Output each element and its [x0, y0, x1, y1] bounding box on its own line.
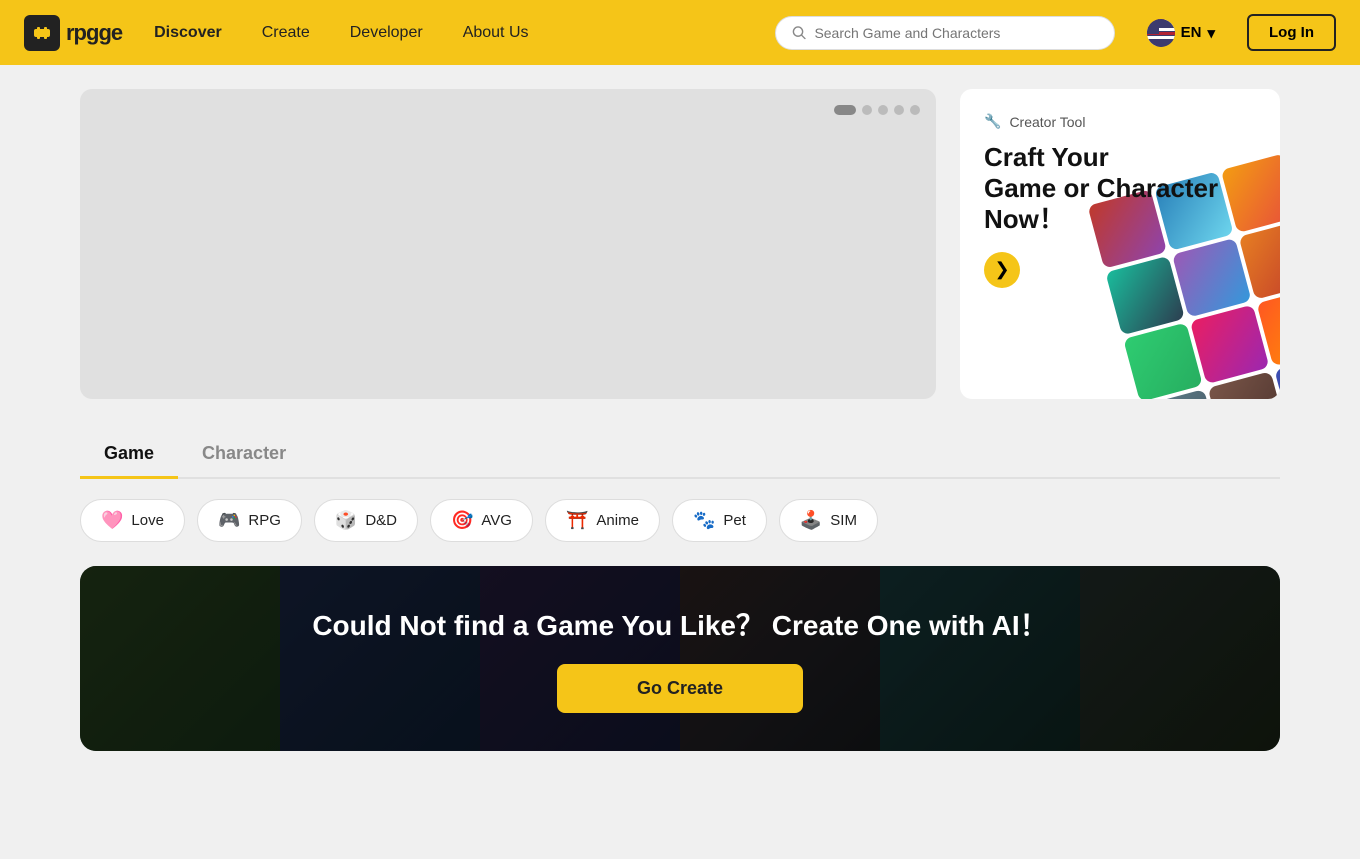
category-emoji-pet: 🐾 — [693, 510, 715, 531]
category-emoji-sim: 🕹️ — [800, 510, 822, 531]
slider-dot-5[interactable] — [910, 105, 920, 115]
tab-character[interactable]: Character — [178, 431, 310, 479]
categories: 🩷 Love 🎮 RPG 🎲 D&D 🎯 AVG ⛩️ Anime 🐾 Pet … — [80, 499, 1280, 542]
grid-img-7 — [1190, 305, 1270, 385]
category-label-sim: SIM — [830, 512, 857, 529]
creator-card-title: Craft Your Game or Character Now！ — [984, 142, 1256, 236]
grid-img-6 — [1123, 322, 1203, 399]
hero-slider[interactable] — [80, 89, 936, 399]
nav-discover[interactable]: Discover — [154, 24, 222, 42]
logo-icon — [24, 15, 60, 51]
creator-card-header: 🔧 Creator Tool — [984, 113, 1256, 130]
creator-title-line3: Now！ — [984, 204, 1065, 234]
nav-developer[interactable]: Developer — [350, 24, 423, 42]
creator-arrow-icon: ❯ — [994, 259, 1009, 280]
lang-selector[interactable]: EN ▾ — [1147, 19, 1215, 47]
cta-overlay — [80, 566, 1280, 751]
nav-about[interactable]: About Us — [463, 24, 529, 42]
cta-banner: Could Not find a Game You Like？ Create O… — [80, 566, 1280, 751]
search-bar[interactable] — [775, 16, 1115, 50]
category-label-pet: Pet — [723, 512, 746, 529]
grid-img-4 — [1172, 238, 1252, 318]
slider-dot-4[interactable] — [894, 105, 904, 115]
category-label-dnd: D&D — [365, 512, 397, 529]
navbar: rpgge Discover Create Developer About Us… — [0, 0, 1360, 65]
lang-label: EN — [1181, 24, 1202, 41]
slider-dots — [834, 105, 920, 115]
creator-title-line2: Game or Character — [984, 173, 1218, 203]
category-label-anime: Anime — [596, 512, 639, 529]
creator-title-line1: Craft Your — [984, 142, 1109, 172]
creator-badge: Creator Tool — [1009, 114, 1085, 130]
category-love[interactable]: 🩷 Love — [80, 499, 185, 542]
category-pet[interactable]: 🐾 Pet — [672, 499, 767, 542]
main-content: 🔧 Creator Tool Craft Your Game or Charac… — [40, 65, 1320, 775]
tabs: Game Character — [80, 431, 1280, 479]
logo[interactable]: rpgge — [24, 15, 122, 51]
search-icon — [792, 25, 807, 41]
tabs-section: Game Character 🩷 Love 🎮 RPG 🎲 D&D 🎯 AVG … — [80, 431, 1280, 542]
slider-dot-3[interactable] — [878, 105, 888, 115]
logo-text: rpgge — [66, 20, 122, 46]
grid-img-3 — [1105, 256, 1185, 336]
category-emoji-love: 🩷 — [101, 510, 123, 531]
go-create-button[interactable]: Go Create — [557, 664, 803, 713]
slider-dot-2[interactable] — [862, 105, 872, 115]
lang-chevron-icon: ▾ — [1207, 24, 1215, 42]
nav-links: Discover Create Developer About Us — [154, 24, 528, 42]
category-label-avg: AVG — [481, 512, 512, 529]
search-input[interactable] — [814, 25, 1097, 41]
category-label-rpg: RPG — [248, 512, 281, 529]
creator-arrow-button[interactable]: ❯ — [984, 252, 1020, 288]
nav-create[interactable]: Create — [262, 24, 310, 42]
slider-dot-1[interactable] — [834, 105, 856, 115]
hero-section: 🔧 Creator Tool Craft Your Game or Charac… — [80, 89, 1280, 399]
tools-icon: 🔧 — [984, 113, 1001, 130]
category-sim[interactable]: 🕹️ SIM — [779, 499, 878, 542]
category-rpg[interactable]: 🎮 RPG — [197, 499, 302, 542]
category-avg[interactable]: 🎯 AVG — [430, 499, 533, 542]
category-dnd[interactable]: 🎲 D&D — [314, 499, 418, 542]
creator-card: 🔧 Creator Tool Craft Your Game or Charac… — [960, 89, 1280, 399]
category-emoji-dnd: 🎲 — [335, 510, 357, 531]
login-button[interactable]: Log In — [1247, 14, 1336, 51]
category-emoji-avg: 🎯 — [451, 510, 473, 531]
category-emoji-anime: ⛩️ — [566, 510, 588, 531]
flag-icon — [1147, 19, 1175, 47]
category-anime[interactable]: ⛩️ Anime — [545, 499, 660, 542]
tab-game[interactable]: Game — [80, 431, 178, 479]
cta-text: Could Not find a Game You Like？ Create O… — [312, 604, 1047, 644]
category-label-love: Love — [131, 512, 164, 529]
category-emoji-rpg: 🎮 — [218, 510, 240, 531]
